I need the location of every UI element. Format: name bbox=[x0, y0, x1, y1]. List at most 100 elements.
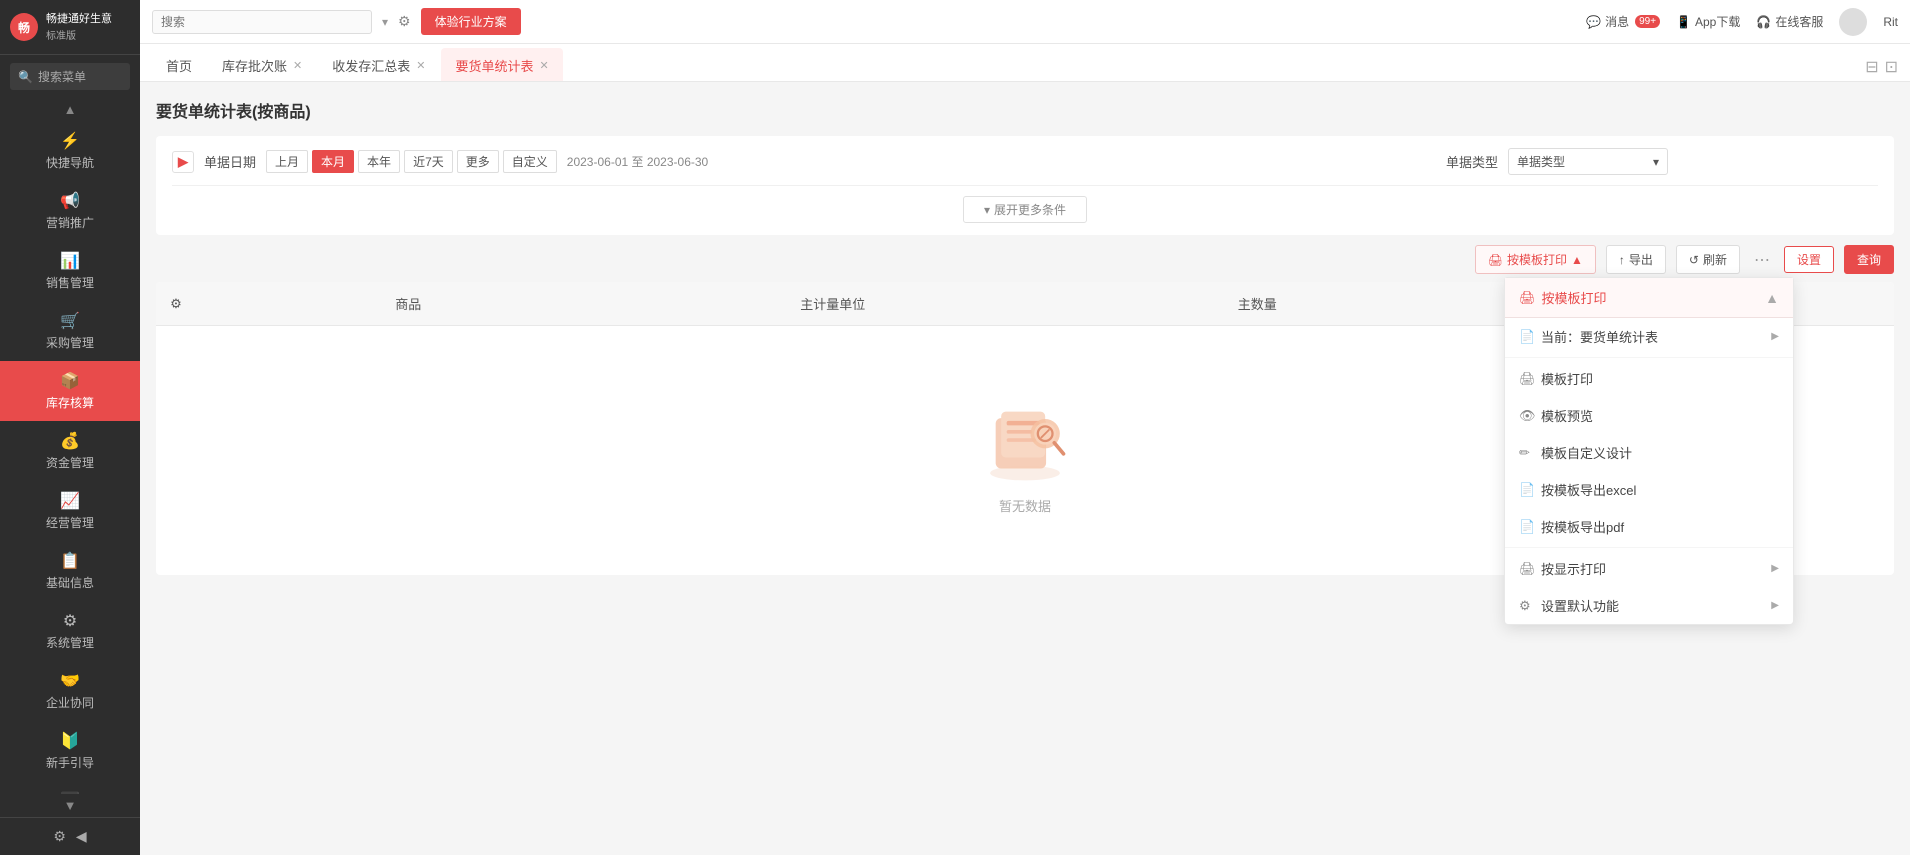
date-range-display: 2023-06-01 至 2023-06-30 bbox=[567, 153, 708, 170]
sidebar-help-button[interactable]: ◀ bbox=[76, 828, 87, 845]
display-print-icon: 🖨 bbox=[1519, 561, 1536, 577]
sidebar-item-finance[interactable]: 💰 资金管理 bbox=[0, 421, 140, 481]
default-func-arrow: ▶ bbox=[1771, 600, 1779, 611]
sidebar-item-quick-nav[interactable]: ⚡ 快捷导航 bbox=[0, 121, 140, 181]
user-name: Rit bbox=[1883, 15, 1898, 29]
date-btn-current-year[interactable]: 本年 bbox=[358, 150, 400, 173]
print-dropdown-current[interactable]: 📄 当前：要货单统计表 ▶ bbox=[1505, 318, 1793, 355]
table-col-checkbox: ⚙ bbox=[156, 292, 196, 316]
dropdown-item-display-print[interactable]: 🖨 按显示打印 ▶ bbox=[1505, 550, 1793, 587]
sidebar-item-purchase[interactable]: 🛒 采购管理 bbox=[0, 301, 140, 361]
default-func-icon: ⚙ bbox=[1519, 598, 1531, 614]
messages-button[interactable]: 💬 消息 99+ bbox=[1586, 13, 1660, 30]
tab-order-stats[interactable]: 要货单统计表 ✕ bbox=[441, 48, 562, 81]
sidebar-search-button[interactable]: 🔍 搜索菜单 bbox=[10, 63, 130, 90]
tabs-bar: 首页 库存批次账 ✕ 收发存汇总表 ✕ 要货单统计表 ✕ ⊟ ⊡ bbox=[140, 44, 1910, 82]
sidebar-item-label: 库存核算 bbox=[46, 394, 94, 411]
sidebar-item-sales[interactable]: 📊 销售管理 bbox=[0, 241, 140, 301]
sidebar-item-basic[interactable]: 📋 基础信息 bbox=[0, 541, 140, 601]
doc-type-select[interactable]: 单据类型 ▾ bbox=[1508, 148, 1668, 175]
dropdown-item-default-func[interactable]: ⚙ 设置默认功能 ▶ bbox=[1505, 587, 1793, 624]
date-filter-label: 单据日期 bbox=[204, 152, 256, 171]
sidebar-item-marketing[interactable]: 📢 营销推广 bbox=[0, 181, 140, 241]
tab-batch-account-close[interactable]: ✕ bbox=[293, 59, 302, 72]
sidebar-item-inventory[interactable]: 📦 库存核算 bbox=[0, 361, 140, 421]
filter-expand-arrow[interactable]: ▶ bbox=[172, 151, 194, 173]
sidebar-item-appstore[interactable]: 🔲 应用中心 bbox=[0, 781, 140, 794]
table-settings-icon[interactable]: ⚙ bbox=[170, 296, 182, 311]
sidebar-scroll-up[interactable]: ▲ bbox=[0, 98, 140, 121]
refresh-button[interactable]: ↺ 刷新 bbox=[1676, 245, 1740, 274]
dropdown-item-template-design[interactable]: ✏ 模板自定义设计 bbox=[1505, 434, 1793, 471]
dropdown-item-template-print[interactable]: 🖨 模板打印 bbox=[1505, 360, 1793, 397]
date-btn-prev-month[interactable]: 上月 bbox=[266, 150, 308, 173]
topbar-search-input[interactable] bbox=[152, 10, 372, 34]
sidebar-item-label: 系统管理 bbox=[46, 634, 94, 651]
topbar-settings-icon[interactable]: ⚙ bbox=[398, 13, 411, 30]
guide-icon: 🔰 bbox=[60, 731, 80, 751]
date-btn-custom[interactable]: 自定义 bbox=[503, 150, 557, 173]
query-button[interactable]: 查询 bbox=[1844, 245, 1894, 274]
trial-button[interactable]: 体验行业方案 bbox=[421, 8, 521, 35]
expand-conditions-button[interactable]: ▾ 展开更多条件 bbox=[963, 196, 1087, 223]
current-template-icon: 📄 bbox=[1519, 329, 1535, 345]
user-avatar[interactable] bbox=[1839, 8, 1867, 36]
tab-maximize-icon[interactable]: ⊡ bbox=[1885, 57, 1898, 77]
print-dropdown-close-icon[interactable]: ▲ bbox=[1765, 290, 1779, 306]
settings-button[interactable]: 设置 bbox=[1784, 246, 1834, 273]
sidebar-item-label: 快捷导航 bbox=[46, 154, 94, 171]
tab-order-stats-label: 要货单统计表 bbox=[455, 56, 533, 75]
sidebar-settings-button[interactable]: ⚙ bbox=[53, 828, 66, 845]
tab-minimize-icon[interactable]: ⊟ bbox=[1865, 57, 1878, 77]
sidebar-scroll-down[interactable]: ▼ bbox=[0, 794, 140, 817]
print-dropdown-toggle-icon: ▲ bbox=[1571, 253, 1583, 267]
template-design-icon: ✏ bbox=[1519, 445, 1530, 461]
app-download-button[interactable]: 📱 App下载 bbox=[1676, 13, 1740, 30]
tab-order-stats-close[interactable]: ✕ bbox=[540, 59, 549, 72]
export-button[interactable]: ↑ 导出 bbox=[1606, 245, 1666, 274]
filter-row: ▶ 单据日期 上月 本月 本年 近7天 更多 自定义 2023-06-01 至 … bbox=[172, 148, 1878, 175]
sidebar-item-operation[interactable]: 📈 经营管理 bbox=[0, 481, 140, 541]
tab-batch-account[interactable]: 库存批次账 ✕ bbox=[208, 48, 316, 81]
print-dropdown-menu: 🖨 按模板打印 ▲ 📄 当前：要货单统计表 ▶ 🖨 模板打印 � bbox=[1504, 277, 1794, 625]
messages-badge: 99+ bbox=[1635, 15, 1660, 28]
tab-receipt-summary-close[interactable]: ✕ bbox=[416, 59, 425, 72]
empty-state-text: 暂无数据 bbox=[999, 496, 1051, 515]
topbar: ▾ ⚙ 体验行业方案 💬 消息 99+ 📱 App下载 🎧 在线客服 Rit bbox=[140, 0, 1910, 44]
date-btn-current-month[interactable]: 本月 bbox=[312, 150, 354, 173]
empty-state-illustration bbox=[970, 386, 1080, 496]
topbar-dropdown-arrow[interactable]: ▾ bbox=[382, 15, 388, 29]
table-col-quantity: 主数量 bbox=[1045, 290, 1470, 317]
system-icon: ⚙ bbox=[63, 611, 77, 631]
page-title: 要货单统计表(按商品) bbox=[156, 98, 1894, 122]
sidebar-item-guide[interactable]: 🔰 新手引导 bbox=[0, 721, 140, 781]
printer-icon: 🖨 bbox=[1488, 253, 1503, 267]
tab-receipt-summary-label: 收发存汇总表 bbox=[332, 56, 410, 75]
sidebar-item-label: 新手引导 bbox=[46, 754, 94, 771]
tab-home[interactable]: 首页 bbox=[152, 48, 206, 81]
customer-service-icon: 🎧 bbox=[1756, 15, 1771, 29]
table-col-goods: 商品 bbox=[196, 290, 621, 317]
sidebar-item-collab[interactable]: 🤝 企业协同 bbox=[0, 661, 140, 721]
template-print-icon: 🖨 bbox=[1519, 371, 1536, 387]
marketing-icon: 📢 bbox=[60, 191, 80, 211]
customer-service-button[interactable]: 🎧 在线客服 bbox=[1756, 13, 1823, 30]
tab-receipt-summary[interactable]: 收发存汇总表 ✕ bbox=[318, 48, 439, 81]
date-btn-more[interactable]: 更多 bbox=[457, 150, 499, 173]
dropdown-item-export-pdf[interactable]: 📄 按模板导出pdf bbox=[1505, 508, 1793, 545]
topbar-actions: 💬 消息 99+ 📱 App下载 🎧 在线客服 Rit bbox=[1586, 8, 1898, 36]
date-buttons: 上月 本月 本年 近7天 更多 自定义 bbox=[266, 150, 557, 173]
export-icon: ↑ bbox=[1619, 253, 1625, 267]
filter-divider bbox=[172, 185, 1878, 186]
dropdown-item-template-preview[interactable]: 👁 模板预览 bbox=[1505, 397, 1793, 434]
dropdown-item-export-excel[interactable]: 📄 按模板导出excel bbox=[1505, 471, 1793, 508]
sidebar-item-label: 采购管理 bbox=[46, 334, 94, 351]
more-options-icon[interactable]: ⋯ bbox=[1750, 246, 1774, 274]
sidebar-item-system[interactable]: ⚙ 系统管理 bbox=[0, 601, 140, 661]
print-dropdown-header: 🖨 按模板打印 ▲ bbox=[1505, 278, 1793, 318]
sidebar-item-label: 基础信息 bbox=[46, 574, 94, 591]
date-btn-recent-7[interactable]: 近7天 bbox=[404, 150, 453, 173]
sidebar-item-label: 经营管理 bbox=[46, 514, 94, 531]
tab-home-label: 首页 bbox=[166, 56, 192, 75]
print-template-button[interactable]: 🖨 按模板打印 ▲ bbox=[1475, 245, 1596, 274]
